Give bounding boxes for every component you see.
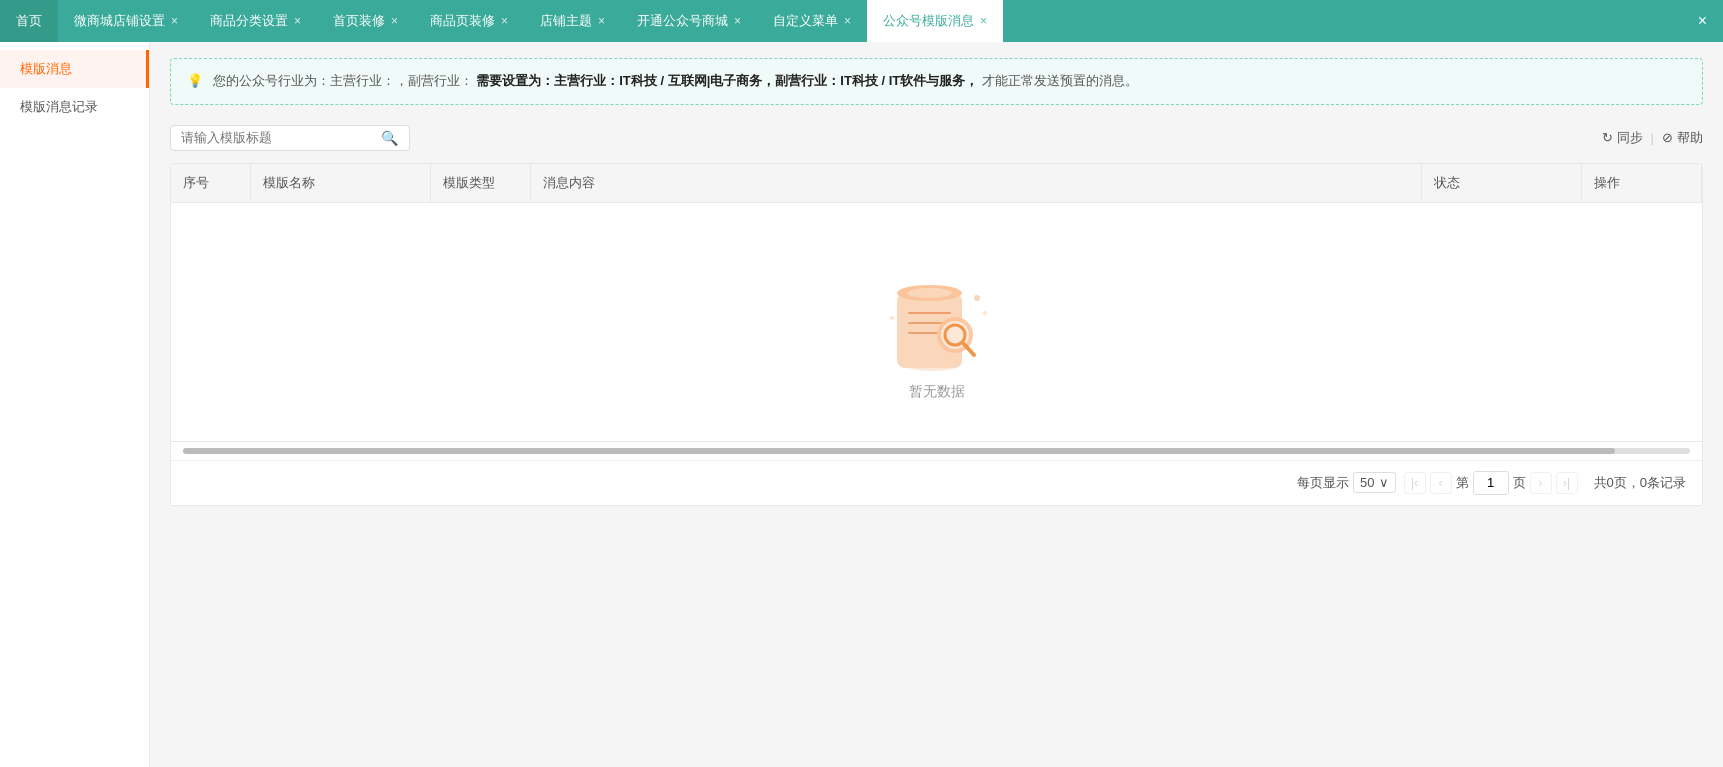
empty-illustration <box>877 263 997 383</box>
svg-point-13 <box>890 316 894 320</box>
col-header-seq-label: 序号 <box>183 175 209 190</box>
nav-home-decoration-label: 首页装修 <box>333 12 385 30</box>
last-page-button[interactable]: ›| <box>1556 472 1578 494</box>
notice-box: 💡 您的公众号行业为：主营行业：，副营行业： 需要设置为：主营行业：IT科技 /… <box>170 58 1703 105</box>
close-shop-theme[interactable]: × <box>598 14 605 28</box>
scroll-thumb <box>183 448 1615 454</box>
col-header-name: 模版名称 <box>251 164 431 202</box>
global-close-button[interactable]: × <box>1682 0 1723 42</box>
close-open-mall[interactable]: × <box>734 14 741 28</box>
page-nav: |‹ ‹ 第 页 › ›| <box>1404 471 1578 495</box>
sidebar: 模版消息 模版消息记录 <box>0 42 150 767</box>
search-actions: ↻ 同步 | ⊘ 帮助 <box>1602 129 1703 147</box>
svg-point-11 <box>974 295 980 301</box>
nav-home-label: 首页 <box>16 12 42 30</box>
close-template-msg[interactable]: × <box>980 14 987 28</box>
page-input[interactable] <box>1473 471 1509 495</box>
content-area: 💡 您的公众号行业为：主营行业：，副营行业： 需要设置为：主营行业：IT科技 /… <box>150 42 1723 767</box>
col-header-type: 模版类型 <box>431 164 531 202</box>
search-bar: 🔍 ↻ 同步 | ⊘ 帮助 <box>170 125 1703 151</box>
col-header-content-label: 消息内容 <box>543 175 595 190</box>
sync-button[interactable]: ↻ 同步 <box>1602 129 1643 147</box>
page-unit-label: 页 <box>1513 474 1526 492</box>
help-label: 帮助 <box>1677 129 1703 147</box>
nav-shop-theme[interactable]: 店铺主题 × <box>524 0 621 42</box>
col-header-type-label: 模版类型 <box>443 175 495 190</box>
nav-shop-settings[interactable]: 微商城店铺设置 × <box>58 0 194 42</box>
prev-page-icon: ‹ <box>1439 476 1443 490</box>
nav-template-msg[interactable]: 公众号模版消息 × <box>867 0 1003 42</box>
pagination: 每页显示 50 ∨ |‹ ‹ 第 页 <box>171 460 1702 505</box>
nav-custom-menu-label: 自定义菜单 <box>773 12 838 30</box>
page-size-value: 50 <box>1360 475 1374 490</box>
nav-shop-theme-label: 店铺主题 <box>540 12 592 30</box>
nav-custom-menu[interactable]: 自定义菜单 × <box>757 0 867 42</box>
close-category-settings[interactable]: × <box>294 14 301 28</box>
col-header-op: 操作 <box>1582 164 1702 202</box>
nav-category-settings-label: 商品分类设置 <box>210 12 288 30</box>
svg-point-3 <box>907 288 951 298</box>
sidebar-item-template-msg-log[interactable]: 模版消息记录 <box>0 88 149 126</box>
col-header-name-label: 模版名称 <box>263 175 315 190</box>
first-page-icon: |‹ <box>1411 476 1418 490</box>
sidebar-item-template-msg-log-label: 模版消息记录 <box>20 99 98 114</box>
divider: | <box>1651 130 1654 145</box>
nav-shop-settings-label: 微商城店铺设置 <box>74 12 165 30</box>
close-home-decoration[interactable]: × <box>391 14 398 28</box>
nav-product-decoration[interactable]: 商品页装修 × <box>414 0 524 42</box>
table-header: 序号 模版名称 模版类型 消息内容 状态 操作 <box>171 164 1702 203</box>
col-header-status: 状态 <box>1422 164 1582 202</box>
last-page-icon: ›| <box>1563 476 1570 490</box>
sidebar-item-template-msg[interactable]: 模版消息 <box>0 50 149 88</box>
search-input[interactable] <box>181 130 381 145</box>
search-input-wrapper: 🔍 <box>170 125 410 151</box>
nav-product-decoration-label: 商品页装修 <box>430 12 495 30</box>
next-page-icon: › <box>1539 476 1543 490</box>
notice-suffix: 才能正常发送预置的消息。 <box>982 73 1138 88</box>
next-page-button[interactable]: › <box>1530 472 1552 494</box>
nav-open-mall[interactable]: 开通公众号商城 × <box>621 0 757 42</box>
sidebar-item-template-msg-label: 模版消息 <box>20 61 72 76</box>
main-layout: 模版消息 模版消息记录 💡 您的公众号行业为：主营行业：，副营行业： 需要设置为… <box>0 42 1723 767</box>
nav-home-decoration[interactable]: 首页装修 × <box>317 0 414 42</box>
scroll-track <box>183 448 1690 454</box>
close-product-decoration[interactable]: × <box>501 14 508 28</box>
close-shop-settings[interactable]: × <box>171 14 178 28</box>
col-header-seq: 序号 <box>171 164 251 202</box>
help-icon: ⊘ <box>1662 130 1673 145</box>
col-header-status-label: 状态 <box>1434 175 1460 190</box>
nav-home[interactable]: 首页 <box>0 0 58 42</box>
page-current-label: 第 <box>1456 474 1469 492</box>
col-header-content: 消息内容 <box>531 164 1422 202</box>
empty-state: 暂无数据 <box>171 203 1702 441</box>
first-page-button[interactable]: |‹ <box>1404 472 1426 494</box>
page-size-label: 每页显示 <box>1297 474 1349 492</box>
horizontal-scrollbar[interactable] <box>171 441 1702 460</box>
col-header-op-label: 操作 <box>1594 175 1620 190</box>
nav-open-mall-label: 开通公众号商城 <box>637 12 728 30</box>
page-size-select: 每页显示 50 ∨ <box>1297 472 1395 493</box>
chevron-down-icon: ∨ <box>1379 475 1389 490</box>
help-button[interactable]: ⊘ 帮助 <box>1662 129 1703 147</box>
page-input-box: 第 页 <box>1456 471 1526 495</box>
top-nav: 首页 微商城店铺设置 × 商品分类设置 × 首页装修 × 商品页装修 × 店铺主… <box>0 0 1723 42</box>
notice-icon: 💡 <box>187 73 203 88</box>
nav-template-msg-label: 公众号模版消息 <box>883 12 974 30</box>
nav-category-settings[interactable]: 商品分类设置 × <box>194 0 317 42</box>
svg-point-12 <box>983 311 987 315</box>
page-size-dropdown[interactable]: 50 ∨ <box>1353 472 1395 493</box>
total-info: 共0页，0条记录 <box>1594 474 1686 492</box>
sync-label: 同步 <box>1617 129 1643 147</box>
table-wrapper: 序号 模版名称 模版类型 消息内容 状态 操作 <box>170 163 1703 506</box>
search-icon[interactable]: 🔍 <box>381 130 398 146</box>
empty-text: 暂无数据 <box>909 383 965 401</box>
notice-prefix: 您的公众号行业为：主营行业：，副营行业： <box>213 73 473 88</box>
close-custom-menu[interactable]: × <box>844 14 851 28</box>
prev-page-button[interactable]: ‹ <box>1430 472 1452 494</box>
sync-icon: ↻ <box>1602 130 1613 145</box>
notice-highlight: 需要设置为：主营行业：IT科技 / 互联网|电子商务，副营行业：IT科技 / I… <box>476 73 978 88</box>
